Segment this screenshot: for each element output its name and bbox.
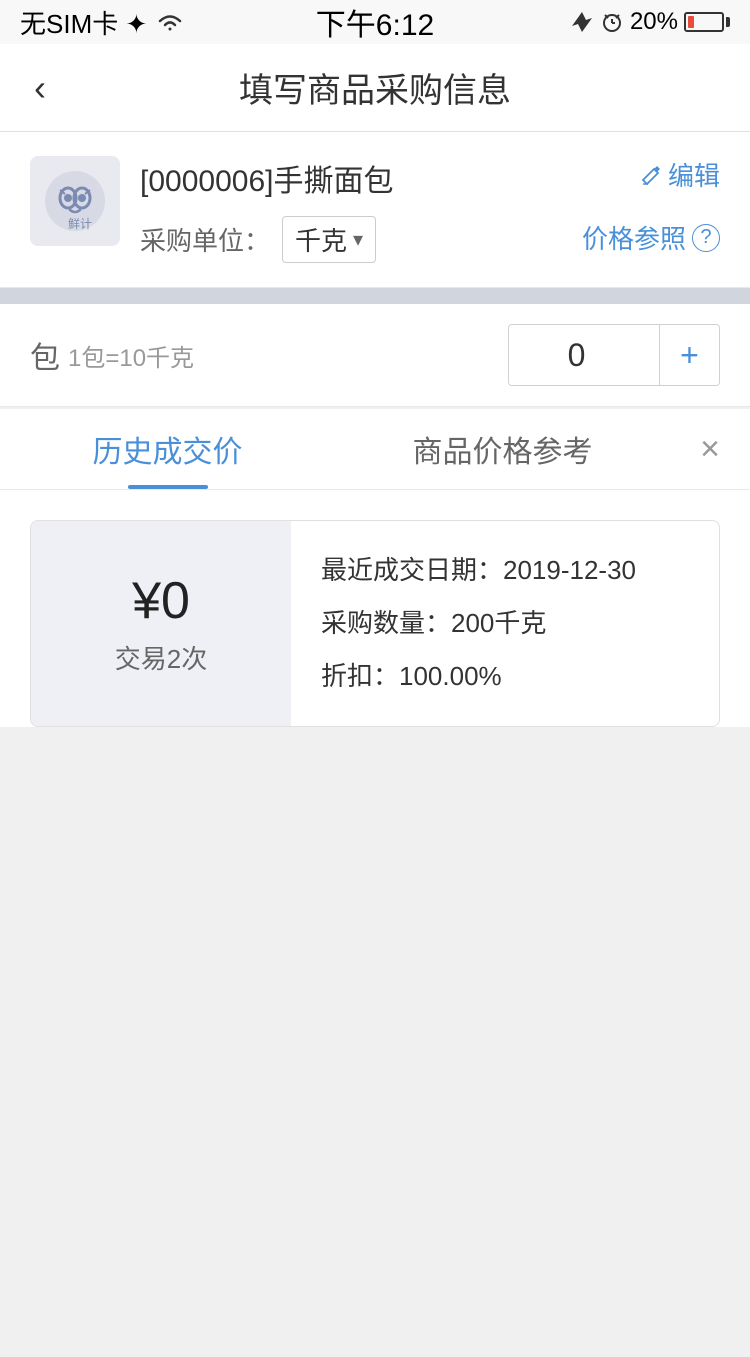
carrier-text: 无SIM卡 ✦ xyxy=(20,4,147,41)
history-card: ¥0 交易2次 最近成交日期：2019-12-30 采购数量：200千克 折扣：… xyxy=(30,520,720,727)
price-ref-label: 价格参照 xyxy=(582,219,686,256)
product-logo: 鲜计 xyxy=(40,166,110,236)
history-trades-count: 交易2次 xyxy=(115,639,207,676)
discount-row: 折扣：100.00% xyxy=(321,657,689,696)
wifi-icon xyxy=(155,11,185,33)
product-name: [0000006]手撕面包 xyxy=(140,156,582,200)
status-carrier: 无SIM卡 ✦ xyxy=(20,4,185,41)
recent-date-row: 最近成交日期：2019-12-30 xyxy=(321,551,689,590)
tabs-header: 历史成交价 商品价格参考 × xyxy=(0,409,750,490)
purchase-qty-value: 200千克 xyxy=(451,608,546,638)
product-thumbnail: 鲜计 xyxy=(30,156,120,246)
unit-desc: 1包=10千克 xyxy=(68,338,194,373)
recent-date-label: 最近成交日期： xyxy=(321,555,503,585)
nav-bar: ‹ 填写商品采购信息 xyxy=(0,44,750,132)
location-icon xyxy=(570,10,594,34)
discount-value: 100.00% xyxy=(399,661,502,691)
purchase-unit-label: 采购单位： xyxy=(140,221,270,258)
plus-icon: + xyxy=(680,337,699,374)
back-icon: ‹ xyxy=(34,67,46,109)
quantity-control[interactable]: + xyxy=(508,324,720,386)
status-time: 下午6:12 xyxy=(316,0,434,44)
status-bar: 无SIM卡 ✦ 下午6:12 20% xyxy=(0,0,750,44)
help-icon: ? xyxy=(692,224,720,252)
purchase-qty-row: 采购数量：200千克 xyxy=(321,604,689,643)
history-details-panel: 最近成交日期：2019-12-30 采购数量：200千克 折扣：100.00% xyxy=(291,521,719,726)
tab-price-ref-label: 商品价格参考 xyxy=(413,427,593,471)
alarm-icon xyxy=(600,10,624,34)
battery-percent: 20% xyxy=(630,8,678,36)
quantity-input[interactable] xyxy=(509,325,659,385)
product-right: 编辑 价格参照 ? xyxy=(582,156,720,256)
svg-text:鲜计: 鲜计 xyxy=(68,217,92,231)
dropdown-icon: ▾ xyxy=(353,227,363,252)
edit-label: 编辑 xyxy=(668,156,720,193)
tabs-container: 历史成交价 商品价格参考 × ¥0 交易2次 最近成交日期：2019-12-30… xyxy=(0,409,750,727)
unit-name: 包 xyxy=(30,333,60,377)
tab-history-label: 历史成交价 xyxy=(93,427,243,471)
history-price-panel: ¥0 交易2次 xyxy=(31,521,291,726)
quantity-row: 包 1包=10千克 + xyxy=(0,304,750,407)
unit-select[interactable]: 千克 ▾ xyxy=(282,216,376,263)
main-content xyxy=(0,757,750,1357)
stripe-divider xyxy=(0,288,750,304)
history-price-value: ¥0 xyxy=(132,571,190,631)
edit-icon xyxy=(640,164,662,186)
quantity-plus-button[interactable]: + xyxy=(659,325,719,385)
price-ref-button[interactable]: 价格参照 ? xyxy=(582,219,720,256)
close-icon: × xyxy=(700,430,720,469)
battery-icon xyxy=(684,12,730,32)
status-right-icons: 20% xyxy=(570,8,730,36)
recent-date-value: 2019-12-30 xyxy=(503,555,636,585)
unit-value: 千克 xyxy=(295,221,347,258)
purchase-qty-label: 采购数量： xyxy=(321,608,451,638)
unit-label: 包 1包=10千克 xyxy=(30,333,194,377)
tab-close-button[interactable]: × xyxy=(670,409,750,489)
product-info: [0000006]手撕面包 采购单位： 千克 ▾ xyxy=(140,156,582,263)
tab-active-underline xyxy=(128,485,208,489)
tab-price-ref[interactable]: 商品价格参考 xyxy=(335,409,670,489)
edit-button[interactable]: 编辑 xyxy=(640,156,720,193)
tab-history-price[interactable]: 历史成交价 xyxy=(0,409,335,489)
product-card: 鲜计 [0000006]手撕面包 采购单位： 千克 ▾ xyxy=(0,132,750,288)
page-title: 填写商品采购信息 xyxy=(239,63,511,112)
back-button[interactable]: ‹ xyxy=(0,44,80,132)
discount-label: 折扣： xyxy=(321,661,399,691)
